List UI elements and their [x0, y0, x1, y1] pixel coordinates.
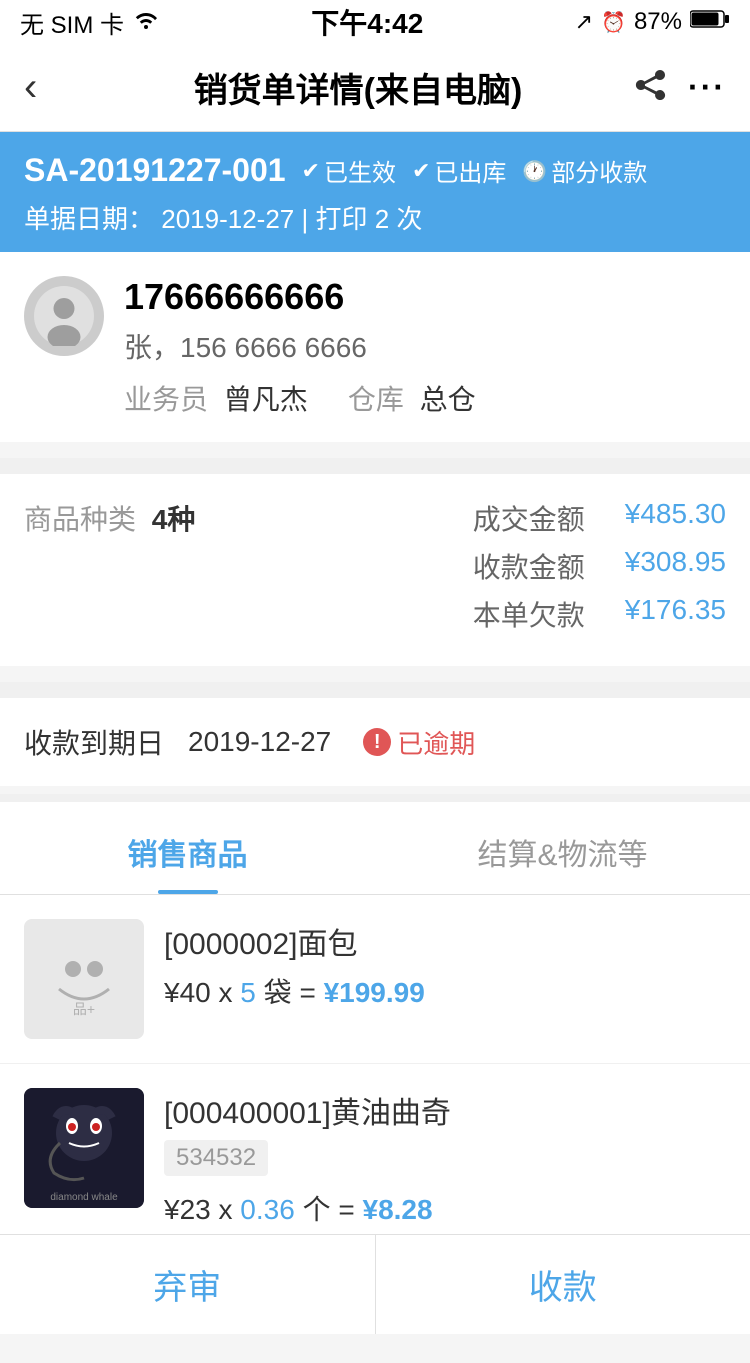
due-row: 收款到期日 2019-12-27 ! 已逾期	[24, 722, 726, 762]
product-details-2: [000400001]黄油曲奇 534532 ¥23 x 0.36 个 = ¥8…	[164, 1088, 726, 1228]
overdue-badge: ! 已逾期	[363, 724, 475, 761]
amount-stats: 成交金额 ¥485.30 收款金额 ¥308.95 本单欠款 ¥176.35	[473, 498, 726, 642]
location-icon: ↗	[575, 9, 593, 35]
more-icon[interactable]: ···	[688, 69, 726, 106]
battery-icon	[690, 8, 730, 36]
svg-text:品+: 品+	[73, 1001, 95, 1017]
product-type-count: 商品种类 4种	[24, 498, 195, 538]
customer-meta: 业务员 曾凡杰 仓库 总仓	[124, 378, 726, 418]
product-list: 品+ [0000002]面包 ¥40 x 5 袋 = ¥199.99	[0, 895, 750, 1253]
nav-bar: ‹ 销货单详情(来自电脑) ···	[0, 44, 750, 132]
list-item: diamond whale [000400001]黄油曲奇 534532 ¥23…	[0, 1064, 750, 1253]
sales-info: 业务员 曾凡杰	[124, 378, 308, 418]
wifi-icon	[132, 8, 160, 36]
product-price-1: ¥40 x 5 袋 = ¥199.99	[164, 971, 726, 1011]
owed-amount: 本单欠款 ¥176.35	[473, 594, 726, 634]
section-divider-2	[0, 682, 750, 698]
deal-amount: 成交金额 ¥485.30	[473, 498, 726, 538]
product-sku-2: 534532	[164, 1140, 268, 1176]
alarm-icon: ⏰	[601, 10, 626, 35]
customer-name: 张，156 6666 6666	[124, 326, 726, 366]
collected-amount: 收款金额 ¥308.95	[473, 546, 726, 586]
due-date: 2019-12-27	[188, 726, 331, 758]
product-name-1: [0000002]面包	[164, 919, 726, 963]
carrier-label: 无 SIM 卡	[20, 5, 124, 40]
share-icon[interactable]	[632, 66, 668, 109]
due-label: 收款到期日	[24, 722, 164, 762]
product-price-2: ¥23 x 0.36 个 = ¥8.28	[164, 1188, 726, 1228]
product-name-2: [000400001]黄油曲奇	[164, 1088, 726, 1132]
list-item: 品+ [0000002]面包 ¥40 x 5 袋 = ¥199.99	[0, 895, 750, 1064]
order-header: SA-20191227-001 已生效 已出库 部分收款 单据日期： 2019-…	[0, 132, 750, 252]
tabs-header: 销售商品 结算&物流等	[0, 802, 750, 895]
customer-section: 17666666666 张，156 6666 6666 业务员 曾凡杰 仓库 总…	[0, 252, 750, 442]
battery-percent: 87%	[634, 8, 682, 36]
collect-payment-button[interactable]: 收款	[376, 1235, 750, 1334]
stats-row: 商品种类 4种 成交金额 ¥485.30 收款金额 ¥308.95 本单欠款 ¥…	[24, 498, 726, 642]
warehouse-info: 仓库 总仓	[348, 378, 476, 418]
back-button[interactable]: ‹	[24, 65, 84, 110]
tab-products[interactable]: 销售商品	[0, 802, 375, 894]
customer-details: 17666666666 张，156 6666 6666 业务员 曾凡杰 仓库 总…	[124, 276, 726, 418]
status-badge-shipped: 已出库	[412, 153, 506, 188]
status-time: 下午4:42	[311, 2, 423, 42]
overdue-icon: !	[363, 728, 391, 756]
order-id: SA-20191227-001	[24, 152, 286, 189]
status-bar: 无 SIM 卡 下午4:42 ↗ ⏰ 87%	[0, 0, 750, 44]
product-thumbnail-2: diamond whale	[24, 1088, 144, 1208]
tab-settlement[interactable]: 结算&物流等	[375, 802, 750, 894]
status-badge-active: 已生效	[302, 153, 396, 188]
stats-section: 商品种类 4种 成交金额 ¥485.30 收款金额 ¥308.95 本单欠款 ¥…	[0, 474, 750, 666]
status-right: ↗ ⏰ 87%	[575, 8, 730, 36]
customer-phone: 17666666666	[124, 276, 726, 318]
product-details-1: [0000002]面包 ¥40 x 5 袋 = ¥199.99	[164, 919, 726, 1011]
overdue-text: 已逾期	[397, 724, 475, 761]
nav-actions: ···	[632, 66, 726, 109]
due-section: 收款到期日 2019-12-27 ! 已逾期	[0, 698, 750, 786]
svg-text:diamond whale: diamond whale	[50, 1192, 118, 1203]
tabs-section: 销售商品 结算&物流等 品+ [0000002]面	[0, 802, 750, 1253]
status-left: 无 SIM 卡	[20, 5, 160, 40]
section-divider-1	[0, 458, 750, 474]
order-date-row: 单据日期： 2019-12-27 | 打印 2 次	[24, 199, 726, 236]
status-badge-partial: 部分收款	[522, 153, 647, 188]
customer-avatar	[24, 276, 104, 356]
bottom-bar: 弃审 收款	[0, 1234, 750, 1334]
section-divider-3	[0, 794, 750, 802]
cancel-review-button[interactable]: 弃审	[0, 1235, 376, 1334]
product-image-placeholder-1: 品+	[24, 919, 144, 1039]
product-thumbnail-1: 品+	[24, 919, 144, 1039]
page-title: 销货单详情(来自电脑)	[84, 63, 632, 112]
